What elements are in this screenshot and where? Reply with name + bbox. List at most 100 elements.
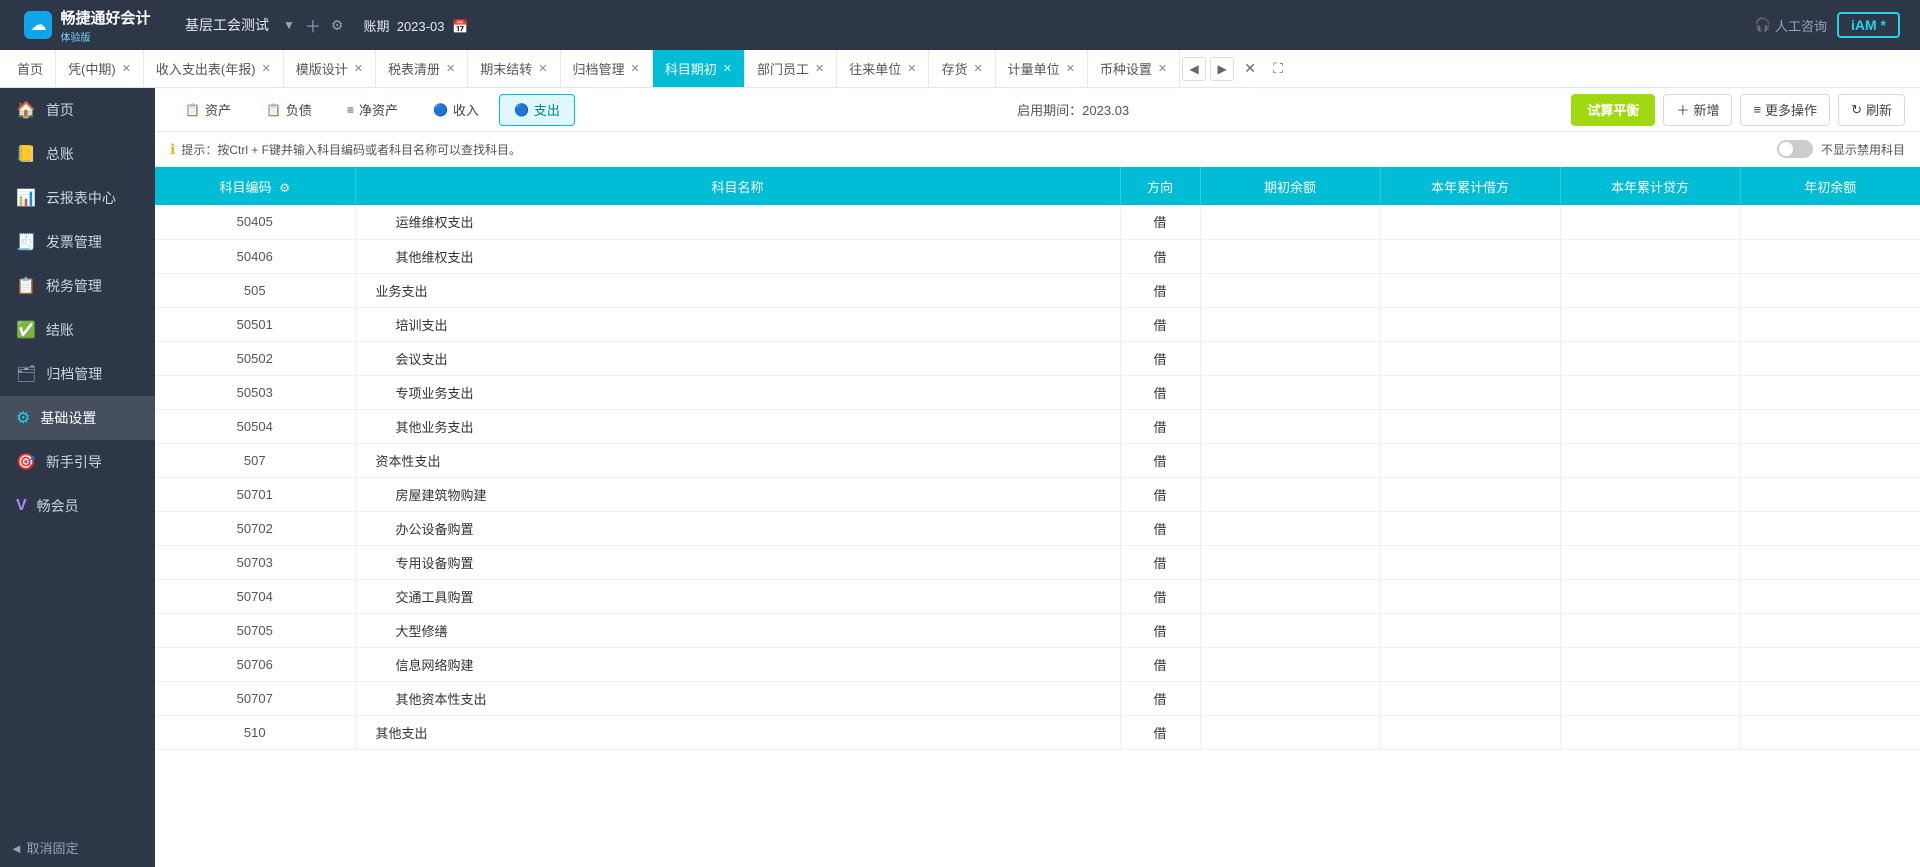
sidebar-item-guide[interactable]: 🎯 新手引导 (0, 440, 155, 484)
tab-subject-period-label: 科目期初 (665, 59, 717, 78)
cell-ytd-credit (1560, 341, 1740, 375)
table-row[interactable]: 505业务支出借 (155, 273, 1920, 307)
table-row[interactable]: 50705大型修缮借 (155, 613, 1920, 647)
cell-ytd-credit (1560, 715, 1740, 749)
tab-contact[interactable]: 往来单位 ✕ (837, 50, 929, 88)
refresh-icon: ↻ (1851, 102, 1862, 118)
content-area: 📋 资产 📋 负债 ≡ 净资产 🔵 收入 🔵 支出 启用期间：2023.03 试 (155, 88, 1920, 867)
cell-ytd-credit (1560, 579, 1740, 613)
cell-direction: 借 (1120, 511, 1200, 545)
sidebar-item-basic[interactable]: ⚙ 基础设置 (0, 396, 155, 440)
company-dropdown-icon[interactable]: ▼ (283, 18, 295, 32)
cell-year-begin (1740, 477, 1920, 511)
tab-archive[interactable]: 归档管理 ✕ (561, 50, 653, 88)
refresh-btn[interactable]: ↻ 刷新 (1838, 94, 1905, 126)
cell-name: 交通工具购置 (355, 579, 1120, 613)
tab-unit[interactable]: 计量单位 ✕ (996, 50, 1088, 88)
sub-tab-liability[interactable]: 📋 负债 (251, 94, 327, 126)
sub-tab-net-asset[interactable]: ≡ 净资产 (332, 94, 413, 126)
table-row[interactable]: 50405运维维权支出借 (155, 205, 1920, 239)
tab-next-btn[interactable]: ▶ (1210, 57, 1234, 81)
table-row[interactable]: 50706信息网络购建借 (155, 647, 1920, 681)
tab-contact-close[interactable]: ✕ (907, 62, 916, 75)
cell-ytd-credit (1560, 443, 1740, 477)
tab-period-end[interactable]: 期末结转 ✕ (468, 50, 560, 88)
sidebar-item-tax[interactable]: 📋 税务管理 (0, 264, 155, 308)
sidebar-label-tax: 税务管理 (46, 276, 102, 296)
add-company-icon[interactable]: ＋ (305, 13, 321, 37)
settings-icon[interactable]: ⚙ (331, 17, 344, 34)
sidebar-item-report[interactable]: 📊 云报表中心 (0, 176, 155, 220)
subject-table: 科目编码 ⚙ 科目名称 方向 期初余额 本年累计借方 本年累计贷方 年初余额 5… (155, 167, 1920, 750)
cell-code: 50501 (155, 307, 355, 341)
iam-button[interactable]: iAM * (1837, 12, 1900, 38)
cell-ytd-debit (1380, 681, 1560, 715)
disable-toggle[interactable] (1777, 140, 1813, 158)
cell-period-balance (1200, 511, 1380, 545)
tab-department[interactable]: 部门员工 ✕ (745, 50, 837, 88)
tab-subject-period-close[interactable]: ✕ (723, 62, 732, 75)
tab-currency[interactable]: 币种设置 ✕ (1088, 50, 1180, 88)
tab-prev-btn[interactable]: ◀ (1182, 57, 1206, 81)
tab-inventory-close[interactable]: ✕ (973, 62, 982, 75)
tab-voucher-close[interactable]: ✕ (122, 62, 131, 75)
table-row[interactable]: 50503专项业务支出借 (155, 375, 1920, 409)
table-row[interactable]: 50703专用设备购置借 (155, 545, 1920, 579)
tab-home[interactable]: 首页 (5, 50, 56, 88)
tab-template[interactable]: 模版设计 ✕ (284, 50, 376, 88)
cell-code: 50704 (155, 579, 355, 613)
table-row[interactable]: 50707其他资本性支出借 (155, 681, 1920, 715)
table-row[interactable]: 50704交通工具购置借 (155, 579, 1920, 613)
sidebar-item-ledger[interactable]: 📒 总账 (0, 132, 155, 176)
tab-income[interactable]: 收入支出表(年报) ✕ (144, 50, 284, 88)
table-row[interactable]: 50502会议支出借 (155, 341, 1920, 375)
calc-balance-btn[interactable]: 试算平衡 (1571, 94, 1655, 126)
cell-period-balance (1200, 307, 1380, 341)
table-row[interactable]: 507资本性支出借 (155, 443, 1920, 477)
table-row[interactable]: 50702办公设备购置借 (155, 511, 1920, 545)
sidebar-item-checkout[interactable]: ✅ 结账 (0, 308, 155, 352)
tab-voucher[interactable]: 凭(中期) ✕ (56, 50, 144, 88)
tab-currency-close[interactable]: ✕ (1158, 62, 1167, 75)
sidebar-item-archive[interactable]: 🗂 归档管理 (0, 352, 155, 396)
cell-ytd-credit (1560, 307, 1740, 341)
sub-tab-asset[interactable]: 📋 资产 (170, 94, 246, 126)
customer-service-btn[interactable]: 🎧 人工咨询 (1755, 16, 1827, 35)
tab-archive-close[interactable]: ✕ (631, 62, 640, 75)
calendar-icon[interactable]: 📅 (452, 19, 468, 34)
tab-subject-period[interactable]: 科目期初 ✕ (653, 50, 745, 88)
sub-tab-income[interactable]: 🔵 收入 (418, 94, 494, 126)
tab-close-all-btn[interactable]: ✕ (1238, 57, 1262, 81)
tab-tax[interactable]: 税表清册 ✕ (376, 50, 468, 88)
cell-direction: 借 (1120, 613, 1200, 647)
tab-department-close[interactable]: ✕ (815, 62, 824, 75)
sidebar-item-vip[interactable]: V 畅会员 (0, 484, 155, 528)
tab-tax-close[interactable]: ✕ (446, 62, 455, 75)
sidebar-label-report: 云报表中心 (46, 188, 116, 208)
cell-period-balance (1200, 613, 1380, 647)
sidebar-item-invoice[interactable]: 🧾 发票管理 (0, 220, 155, 264)
cell-direction: 借 (1120, 273, 1200, 307)
sidebar-item-home[interactable]: 🏠 首页 (0, 88, 155, 132)
header-middle: 基层工会测试 ▼ ＋ ⚙ 账期 2023-03 📅 (165, 13, 1755, 37)
col-settings-icon[interactable]: ⚙ (279, 181, 290, 195)
sidebar-collapse-btn[interactable]: ◄ 取消固定 (0, 828, 155, 867)
add-btn[interactable]: ＋ 新增 (1663, 94, 1732, 126)
sub-tab-expenditure[interactable]: 🔵 支出 (499, 94, 575, 126)
tab-period-end-close[interactable]: ✕ (538, 62, 547, 75)
main-layout: 🏠 首页 📒 总账 📊 云报表中心 🧾 发票管理 📋 税务管理 ✅ 结账 🗂 归… (0, 88, 1920, 867)
cell-ytd-credit (1560, 647, 1740, 681)
table-row[interactable]: 50701房屋建筑物购建借 (155, 477, 1920, 511)
tab-template-close[interactable]: ✕ (354, 62, 363, 75)
table-row[interactable]: 510其他支出借 (155, 715, 1920, 749)
company-name: 基层工会测试 (185, 15, 269, 35)
table-row[interactable]: 50406其他维权支出借 (155, 239, 1920, 273)
table-row[interactable]: 50504其他业务支出借 (155, 409, 1920, 443)
table-row[interactable]: 50501培训支出借 (155, 307, 1920, 341)
cell-year-begin (1740, 647, 1920, 681)
tab-inventory[interactable]: 存货 ✕ (929, 50, 995, 88)
tab-unit-close[interactable]: ✕ (1066, 62, 1075, 75)
more-ops-btn[interactable]: ≡ 更多操作 (1740, 94, 1830, 126)
tab-maximize-btn[interactable]: ⛶ (1266, 57, 1290, 81)
tab-income-close[interactable]: ✕ (262, 62, 271, 75)
